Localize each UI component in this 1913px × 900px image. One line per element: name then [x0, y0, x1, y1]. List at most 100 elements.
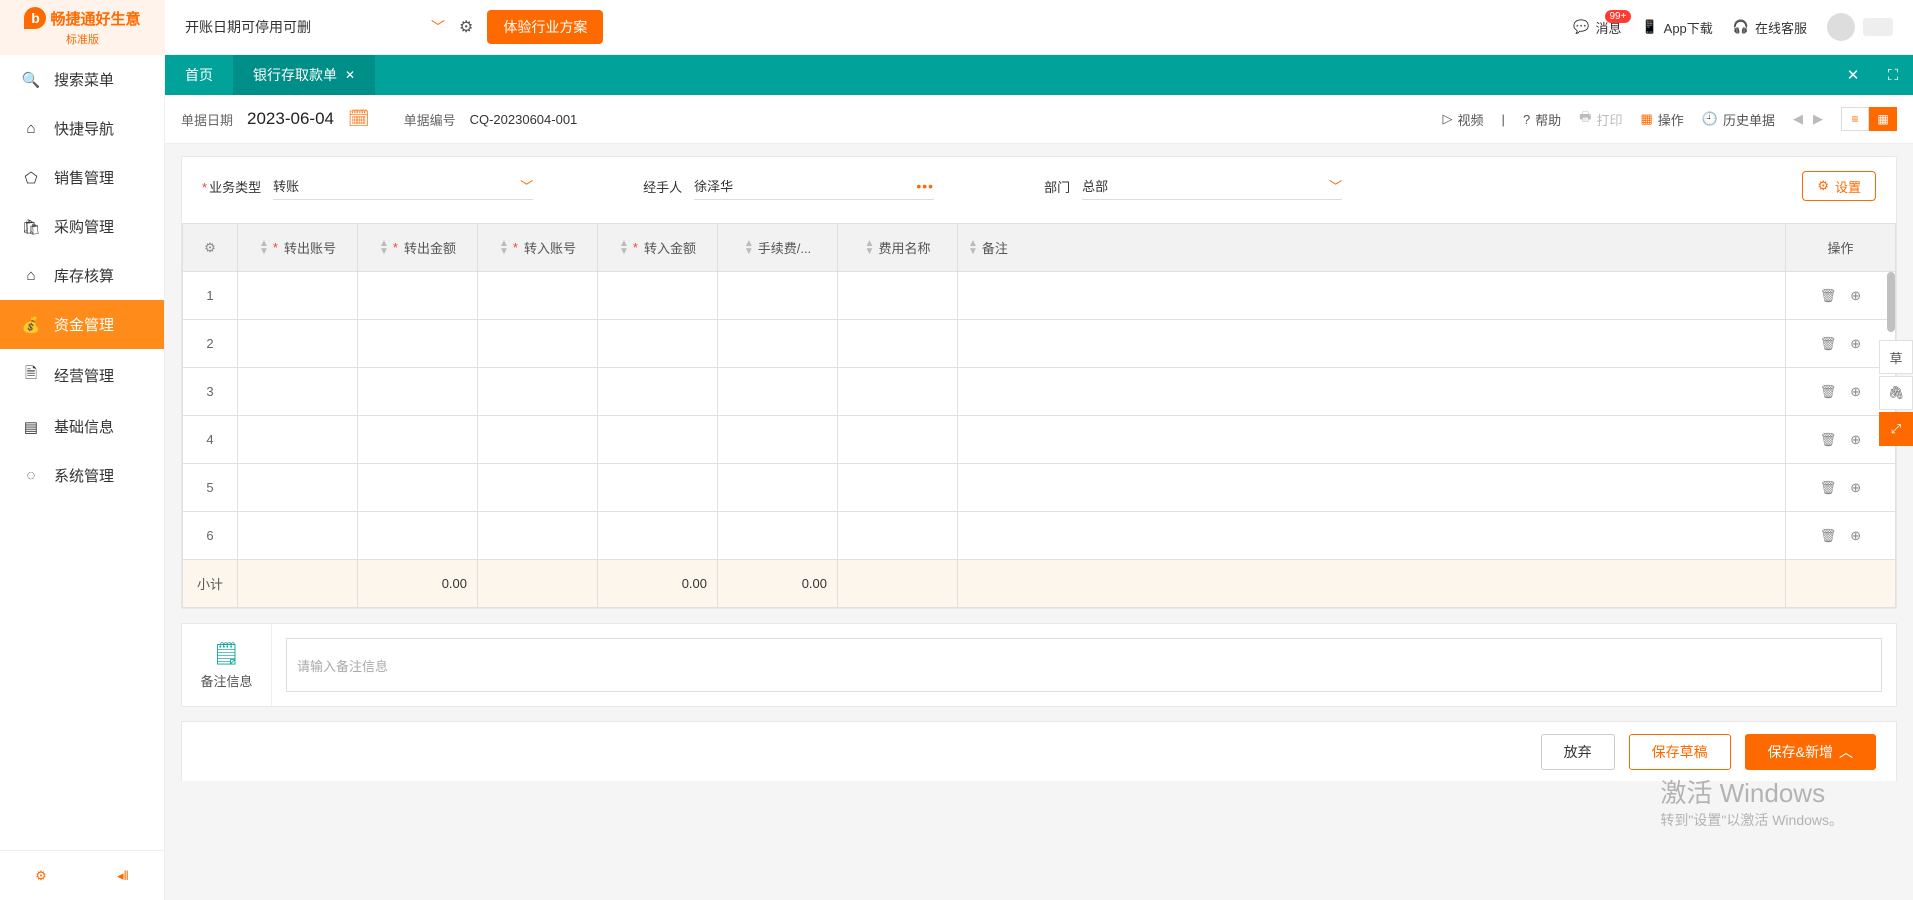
- prev-doc-icon[interactable]: ◀: [1793, 111, 1803, 127]
- add-row-icon[interactable]: ⊕: [1850, 384, 1861, 400]
- print-link[interactable]: 🖶打印: [1579, 108, 1622, 130]
- view-list-icon[interactable]: ≡: [1841, 107, 1869, 131]
- add-row-icon[interactable]: ⊕: [1850, 528, 1861, 544]
- sort-icon[interactable]: ▲▼: [865, 240, 875, 256]
- delete-row-icon[interactable]: 🗑: [1820, 336, 1837, 352]
- table-row[interactable]: 3🗑⊕: [183, 368, 1896, 416]
- support-label: 在线客服: [1755, 18, 1807, 37]
- sort-icon[interactable]: ▲▼: [968, 240, 978, 256]
- delete-row-icon[interactable]: 🗑: [1820, 432, 1837, 448]
- handler-value: 徐泽华: [694, 176, 733, 195]
- table-row[interactable]: 1🗑⊕: [183, 272, 1896, 320]
- form-setting-button[interactable]: ⚙设置: [1802, 171, 1876, 201]
- save-draft-button[interactable]: 保存草稿: [1629, 734, 1731, 770]
- remark-input[interactable]: 请输入备注信息: [286, 638, 1882, 692]
- sort-icon[interactable]: ▲▼: [259, 240, 269, 256]
- save-and-new-button[interactable]: 保存&新增︿: [1745, 734, 1876, 770]
- tabs-close-all-icon[interactable]: ✕: [1833, 55, 1873, 95]
- sidebar-item-basicinfo[interactable]: ▤基础信息: [0, 402, 164, 451]
- more-icon[interactable]: •••: [916, 178, 934, 194]
- col-fee[interactable]: 手续费/...: [758, 238, 811, 257]
- messages-link[interactable]: 💬 消息 99+: [1573, 18, 1621, 37]
- discard-button[interactable]: 放弃: [1541, 734, 1615, 770]
- app-download-link[interactable]: 📱 App下载: [1641, 18, 1712, 37]
- sort-icon[interactable]: ▲▼: [499, 240, 509, 256]
- add-row-icon[interactable]: ⊕: [1850, 480, 1861, 496]
- sort-icon[interactable]: ▲▼: [744, 240, 754, 256]
- header-settings-icon[interactable]: ⚙: [459, 17, 473, 37]
- delete-row-icon[interactable]: 🗑: [1820, 480, 1837, 496]
- box-icon: ⌂: [20, 267, 42, 284]
- user-menu[interactable]: [1827, 13, 1893, 41]
- loop-icon: ◌: [20, 467, 42, 484]
- table-config-icon[interactable]: ⚙: [183, 224, 238, 272]
- scrollbar[interactable]: [1887, 272, 1895, 332]
- rail-expand-icon[interactable]: ⤢: [1879, 412, 1913, 446]
- app-header: b 畅捷通好生意 标准版 开账日期可停用可删 ﹀ ⚙ 体验行业方案 💬 消息 9…: [0, 0, 1913, 55]
- delete-row-icon[interactable]: 🗑: [1820, 288, 1837, 304]
- col-fee-name[interactable]: 费用名称: [878, 238, 930, 257]
- table-row[interactable]: 5🗑⊕: [183, 464, 1896, 512]
- history-link[interactable]: 🕘历史单据: [1702, 110, 1775, 129]
- tab-label: 银行存取款单: [253, 65, 337, 85]
- col-in-acc[interactable]: 转入账号: [524, 238, 576, 257]
- col-out-amt[interactable]: 转出金额: [404, 238, 456, 257]
- add-row-icon[interactable]: ⊕: [1850, 336, 1861, 352]
- sidebar-item-system[interactable]: ◌ 系统管理: [0, 451, 164, 500]
- sidebar-item-inventory[interactable]: ⌂库存核算: [0, 251, 164, 300]
- tab-home[interactable]: 首页: [165, 55, 233, 95]
- add-row-icon[interactable]: ⊕: [1850, 288, 1861, 304]
- settings-gear-icon[interactable]: ⚙: [35, 868, 47, 884]
- gear-icon: ⚙: [1817, 178, 1829, 194]
- table-row[interactable]: 4🗑⊕: [183, 416, 1896, 464]
- support-link[interactable]: 🎧 在线客服: [1733, 18, 1807, 37]
- add-row-icon[interactable]: ⊕: [1850, 432, 1861, 448]
- dept-field[interactable]: 部门 总部﹀: [1044, 172, 1342, 200]
- handler-field[interactable]: 经手人 徐泽华 •••: [643, 172, 934, 200]
- messages-badge: 99+: [1605, 10, 1632, 23]
- subtotal-in-amt: 0.00: [598, 560, 718, 608]
- tabs-fullscreen-icon[interactable]: ⛶: [1873, 55, 1913, 95]
- table-row[interactable]: 2🗑⊕: [183, 320, 1896, 368]
- help-link[interactable]: ?帮助: [1523, 110, 1561, 129]
- app-download-label: App下载: [1664, 18, 1713, 37]
- operations-link[interactable]: ▦操作: [1640, 110, 1683, 129]
- table-row[interactable]: 6🗑⊕: [183, 512, 1896, 560]
- biz-type-field[interactable]: *业务类型 转账﹀: [202, 172, 533, 200]
- delete-row-icon[interactable]: 🗑: [1820, 528, 1837, 544]
- delete-row-icon[interactable]: 🗑: [1820, 384, 1837, 400]
- view-grid-icon[interactable]: ▦: [1869, 107, 1897, 131]
- avatar-icon: [1827, 13, 1855, 41]
- doc-date-value[interactable]: 2023-06-04: [247, 109, 334, 129]
- rail-clip-icon[interactable]: 草: [1879, 340, 1913, 374]
- doc-icon: 🗎: [20, 363, 42, 388]
- col-in-amt[interactable]: 转入金额: [644, 238, 696, 257]
- note-icon: 🗒: [213, 641, 241, 667]
- headset-icon: 🎧: [1733, 19, 1749, 35]
- calendar-icon[interactable]: 🗓: [348, 109, 370, 129]
- sidebar-item-label: 系统管理: [54, 465, 114, 486]
- biz-type-label: 业务类型: [209, 180, 261, 195]
- tab-bank-transfer[interactable]: 银行存取款单 ✕: [233, 55, 375, 95]
- video-link[interactable]: ▷视频: [1443, 110, 1484, 129]
- play-icon: ▷: [1443, 111, 1453, 127]
- sidebar-item-funds[interactable]: 💰资金管理: [0, 300, 164, 349]
- account-period-dropdown[interactable]: 开账日期可停用可删 ﹀: [185, 17, 445, 37]
- next-doc-icon[interactable]: ▶: [1813, 111, 1823, 127]
- sidebar-item-operations[interactable]: 🗎 经营管理: [0, 349, 164, 402]
- sort-icon[interactable]: ▲▼: [619, 240, 629, 256]
- sidebar-item-search[interactable]: 🔍搜索菜单: [0, 55, 164, 104]
- close-icon[interactable]: ✕: [345, 68, 355, 82]
- handler-label: 经手人: [643, 177, 682, 196]
- sidebar-item-label: 经营管理: [54, 365, 114, 386]
- rail-attach-icon[interactable]: 🖇: [1879, 376, 1913, 410]
- sidebar-item-purchase[interactable]: 🛍采购管理: [0, 202, 164, 251]
- industry-cta-button[interactable]: 体验行业方案: [487, 10, 603, 44]
- sidebar-item-sales[interactable]: ⬠销售管理: [0, 153, 164, 202]
- sidebar-item-quicknav[interactable]: ⌂快捷导航: [0, 104, 164, 153]
- sort-icon[interactable]: ▲▼: [379, 240, 389, 256]
- col-out-acc[interactable]: 转出账号: [284, 238, 336, 257]
- col-remark[interactable]: 备注: [982, 238, 1008, 257]
- tabs-bar: 首页 银行存取款单 ✕ ✕ ⛶: [165, 55, 1913, 95]
- collapse-icon[interactable]: ◂‖: [117, 868, 129, 884]
